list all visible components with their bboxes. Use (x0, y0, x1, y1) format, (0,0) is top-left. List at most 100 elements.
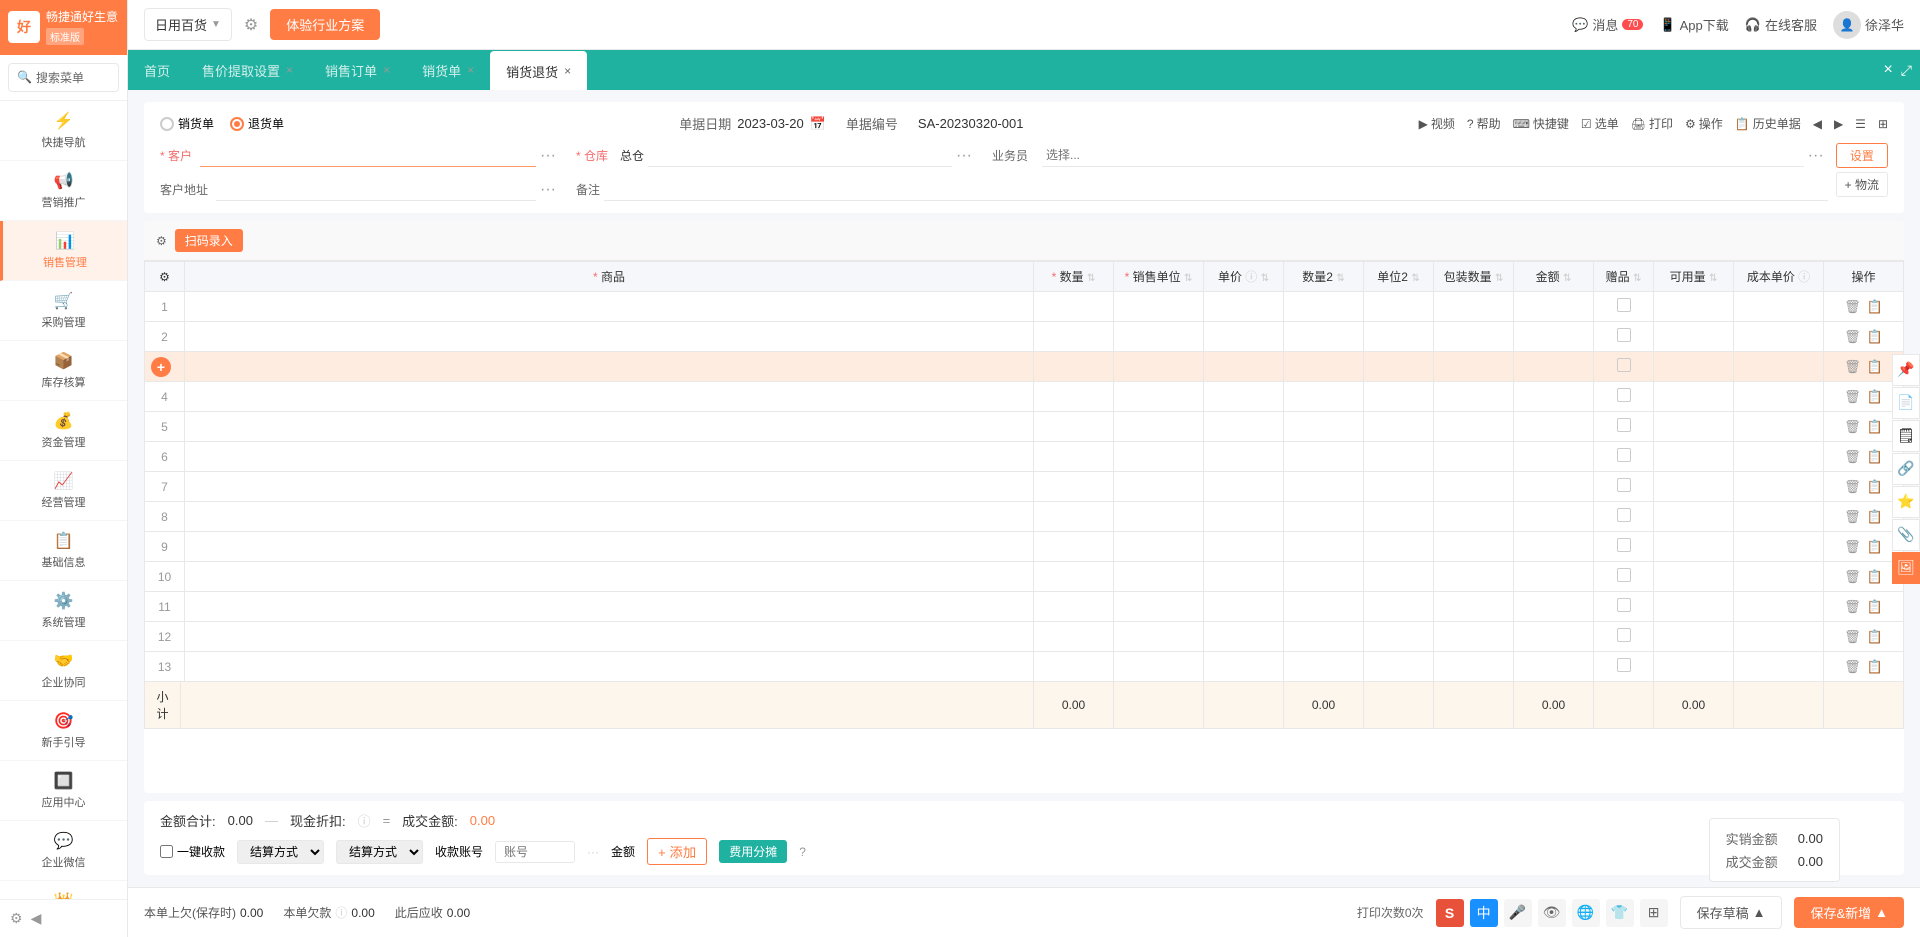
salesperson-dots-icon[interactable]: ··· (1804, 147, 1828, 165)
sidebar-item-finance[interactable]: 💰 资金管理 (0, 401, 127, 461)
save-draft-button[interactable]: 保存草稿 ▲ (1680, 896, 1783, 929)
sidebar-item-sales[interactable]: 📊 销售管理 (0, 221, 127, 281)
tab-price-close-icon[interactable]: × (286, 63, 293, 77)
amount-cell-5[interactable] (1514, 412, 1594, 442)
qty-cell-10[interactable] (1034, 562, 1114, 592)
price-cell-12[interactable] (1204, 622, 1284, 652)
qty2-cell-4[interactable] (1284, 382, 1364, 412)
available-cell-5[interactable] (1654, 412, 1734, 442)
cost-cell-13[interactable] (1734, 652, 1824, 682)
gift-cell-7[interactable] (1594, 472, 1654, 502)
delete-icon-5[interactable]: 🗑 (1844, 419, 1861, 435)
product-input-3[interactable] (191, 360, 1027, 374)
copy-icon-3[interactable]: 📋 (1867, 359, 1883, 375)
panel-icon-2[interactable]: 📄 (1892, 387, 1920, 419)
trial-btn[interactable]: 体验行业方案 (270, 9, 380, 40)
scan-button[interactable]: 扫码录入 (175, 229, 243, 252)
gift-cell-9[interactable] (1594, 532, 1654, 562)
qty-cell-1[interactable] (1034, 292, 1114, 322)
copy-icon-8[interactable]: 📋 (1867, 509, 1883, 525)
product-cell-9[interactable] (185, 532, 1034, 562)
qty2-cell-5[interactable] (1284, 412, 1364, 442)
video-action[interactable]: ▶ 视频 (1419, 115, 1455, 132)
col-qty-sort-icon[interactable]: ⇅ (1087, 273, 1095, 284)
panel-icon-1[interactable]: 📌 (1892, 354, 1920, 386)
tool-shirt-icon[interactable]: 👕 (1606, 899, 1634, 927)
sidebar-item-purchase[interactable]: 🛒 采购管理 (0, 281, 127, 341)
tab-home[interactable]: 首页 (128, 50, 186, 90)
qty-cell-5[interactable] (1034, 412, 1114, 442)
unit2-cell-10[interactable] (1364, 562, 1434, 592)
sidebar-item-member[interactable]: 👑 畅会员 (0, 881, 127, 899)
settings-button[interactable]: 设置 (1836, 143, 1888, 168)
sidebar-item-basics[interactable]: 📋 基础信息 (0, 521, 127, 581)
available-cell-13[interactable] (1654, 652, 1734, 682)
unit2-cell-2[interactable] (1364, 322, 1434, 352)
logistics-button[interactable]: + 物流 (1836, 172, 1888, 197)
amount-cell-13[interactable] (1514, 652, 1594, 682)
app-download-item[interactable]: 📱 App下载 (1659, 15, 1728, 34)
delete-icon-11[interactable]: 🗑 (1844, 599, 1861, 615)
available-cell-10[interactable] (1654, 562, 1734, 592)
panel-icon-3[interactable]: 🗒 (1892, 420, 1920, 452)
pack-cell-9[interactable] (1434, 532, 1514, 562)
product-cell-10[interactable] (185, 562, 1034, 592)
unit2-cell-8[interactable] (1364, 502, 1434, 532)
fee-split-button[interactable]: 费用分摊 (719, 840, 787, 863)
available-cell-2[interactable] (1654, 322, 1734, 352)
pack-cell-5[interactable] (1434, 412, 1514, 442)
amount-cell-11[interactable] (1514, 592, 1594, 622)
delete-icon-9[interactable]: 🗑 (1844, 539, 1861, 555)
qty2-cell-11[interactable] (1284, 592, 1364, 622)
available-cell-3[interactable] (1654, 352, 1734, 382)
product-cell-3[interactable] (185, 352, 1034, 382)
delete-icon-8[interactable]: 🗑 (1844, 509, 1861, 525)
delete-icon-4[interactable]: 🗑 (1844, 389, 1861, 405)
customer-dots-icon[interactable]: ··· (536, 147, 560, 165)
price-cell-3[interactable] (1204, 352, 1284, 382)
gift-checkbox-11[interactable] (1617, 598, 1631, 612)
qty-cell-2[interactable] (1034, 322, 1114, 352)
delete-icon-7[interactable]: 🗑 (1844, 479, 1861, 495)
add-button[interactable]: + 添加 (647, 838, 707, 865)
tab-return-close-icon[interactable]: × (564, 64, 571, 78)
amount-cell-7[interactable] (1514, 472, 1594, 502)
delete-icon-3[interactable]: 🗑 (1844, 359, 1861, 375)
warehouse-input[interactable] (648, 144, 952, 167)
tab-delivery-close-icon[interactable]: × (467, 63, 474, 77)
unit-cell-4[interactable] (1114, 382, 1204, 412)
copy-icon-12[interactable]: 📋 (1867, 629, 1883, 645)
cost-cell-1[interactable] (1734, 292, 1824, 322)
nav-prev-icon[interactable]: ◀ (1813, 117, 1822, 131)
product-cell-6[interactable] (185, 442, 1034, 472)
amount-cell-2[interactable] (1514, 322, 1594, 352)
print-action[interactable]: 🖨 打印 (1631, 115, 1673, 132)
available-cell-12[interactable] (1654, 622, 1734, 652)
unit-cell-9[interactable] (1114, 532, 1204, 562)
gift-cell-10[interactable] (1594, 562, 1654, 592)
gift-cell-2[interactable] (1594, 322, 1654, 352)
available-cell-7[interactable] (1654, 472, 1734, 502)
sidebar-settings-button[interactable]: ⚙ (10, 910, 23, 927)
cost-cell-6[interactable] (1734, 442, 1824, 472)
available-cell-11[interactable] (1654, 592, 1734, 622)
topbar-gear-icon[interactable]: ⚙ (240, 11, 262, 39)
search-menu-button[interactable]: 🔍 搜索菜单 (8, 63, 119, 92)
price-cell-9[interactable] (1204, 532, 1284, 562)
pack-cell-1[interactable] (1434, 292, 1514, 322)
unit-cell-12[interactable] (1114, 622, 1204, 652)
tab-sales-order[interactable]: 销售订单 × (309, 50, 406, 90)
col-amt-sort-icon[interactable]: ⇅ (1563, 273, 1571, 284)
qty2-cell-6[interactable] (1284, 442, 1364, 472)
copy-icon-6[interactable]: 📋 (1867, 449, 1883, 465)
price-cell-5[interactable] (1204, 412, 1284, 442)
gift-cell-1[interactable] (1594, 292, 1654, 322)
tool-extra-icon[interactable]: ⊞ (1640, 899, 1668, 927)
gift-checkbox-8[interactable] (1617, 508, 1631, 522)
cost-cell-11[interactable] (1734, 592, 1824, 622)
unit2-cell-9[interactable] (1364, 532, 1434, 562)
gift-cell-6[interactable] (1594, 442, 1654, 472)
sidebar-item-quick-nav[interactable]: ⚡ 快捷导航 (0, 101, 127, 161)
product-cell-2[interactable] (185, 322, 1034, 352)
qty2-cell-8[interactable] (1284, 502, 1364, 532)
